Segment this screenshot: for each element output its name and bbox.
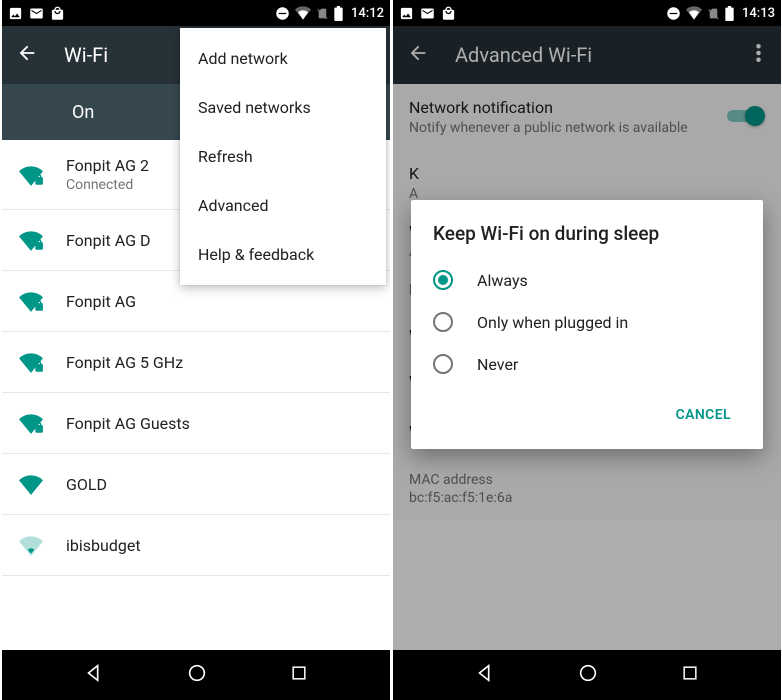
wifi-icon: [18, 412, 66, 434]
battery-icon: [725, 6, 734, 21]
wifi-toggle-label: On: [72, 102, 94, 123]
status-bar: 14:13: [393, 0, 781, 26]
back-arrow-icon[interactable]: [16, 42, 38, 68]
wifi-name: Fonpit AG: [66, 292, 136, 311]
wifi-icon: [18, 290, 66, 312]
briefcase-icon: [441, 6, 456, 21]
sleep-policy-dialog: Keep Wi-Fi on during sleep Always Only w…: [411, 200, 763, 449]
briefcase-icon: [50, 6, 65, 21]
radio-icon: [433, 354, 453, 374]
menu-help[interactable]: Help & feedback: [180, 230, 386, 279]
phone-right: 14:13 Advanced Wi-Fi Network notificatio…: [393, 0, 781, 700]
nav-recent-icon[interactable]: [680, 663, 700, 687]
image-icon: [399, 6, 414, 21]
wifi-name: GOLD: [66, 475, 107, 494]
nav-home-icon[interactable]: [186, 662, 208, 688]
status-time: 14:13: [742, 6, 775, 21]
menu-saved-networks[interactable]: Saved networks: [180, 83, 386, 132]
nav-recent-icon[interactable]: [289, 663, 309, 687]
wifi-name: ibisbudget: [66, 536, 141, 555]
wifi-icon: [18, 229, 66, 251]
wifi-network-item[interactable]: GOLD: [2, 454, 390, 515]
wifi-icon: [18, 164, 66, 186]
cancel-button[interactable]: CANCEL: [666, 399, 741, 431]
battery-icon: [334, 6, 343, 21]
navigation-bar: [2, 650, 390, 700]
wifi-name: Fonpit AG D: [66, 231, 150, 250]
wifi-network-item[interactable]: Fonpit AG 5 GHz: [2, 332, 390, 393]
radio-icon: [433, 312, 453, 332]
phone-left: 14:12 Wi-Fi On Fonpit AG 2Connected Fonp…: [2, 0, 390, 700]
wifi-icon: [18, 534, 66, 556]
wifi-network-item[interactable]: ibisbudget: [2, 515, 390, 576]
wifi-name: Fonpit AG 2: [66, 156, 149, 175]
navigation-bar: [393, 650, 781, 700]
wifi-signal-icon: [295, 6, 311, 20]
menu-refresh[interactable]: Refresh: [180, 132, 386, 181]
wifi-status: Connected: [66, 177, 149, 193]
nav-home-icon[interactable]: [577, 662, 599, 688]
wifi-icon: [18, 351, 66, 373]
overflow-menu: Add network Saved networks Refresh Advan…: [180, 28, 386, 285]
wifi-network-item[interactable]: Fonpit AG Guests: [2, 393, 390, 454]
no-sim-icon: [316, 6, 329, 21]
menu-add-network[interactable]: Add network: [180, 34, 386, 83]
status-time: 14:12: [351, 6, 384, 21]
status-bar: 14:12: [2, 0, 390, 26]
dnd-icon: [275, 6, 290, 21]
no-sim-icon: [707, 6, 720, 21]
wifi-icon: [18, 473, 66, 495]
radio-icon: [433, 270, 453, 290]
radio-option-plugged[interactable]: Only when plugged in: [433, 301, 741, 343]
radio-option-never[interactable]: Never: [433, 343, 741, 385]
image-icon: [8, 6, 23, 21]
menu-advanced[interactable]: Advanced: [180, 181, 386, 230]
dialog-title: Keep Wi-Fi on during sleep: [433, 222, 741, 245]
radio-option-always[interactable]: Always: [433, 259, 741, 301]
mail-icon: [420, 6, 435, 21]
nav-back-icon[interactable]: [83, 662, 105, 688]
wifi-name: Fonpit AG Guests: [66, 414, 190, 433]
wifi-name: Fonpit AG 5 GHz: [66, 353, 183, 372]
nav-back-icon[interactable]: [474, 662, 496, 688]
dnd-icon: [666, 6, 681, 21]
wifi-signal-icon: [686, 6, 702, 20]
mail-icon: [29, 6, 44, 21]
